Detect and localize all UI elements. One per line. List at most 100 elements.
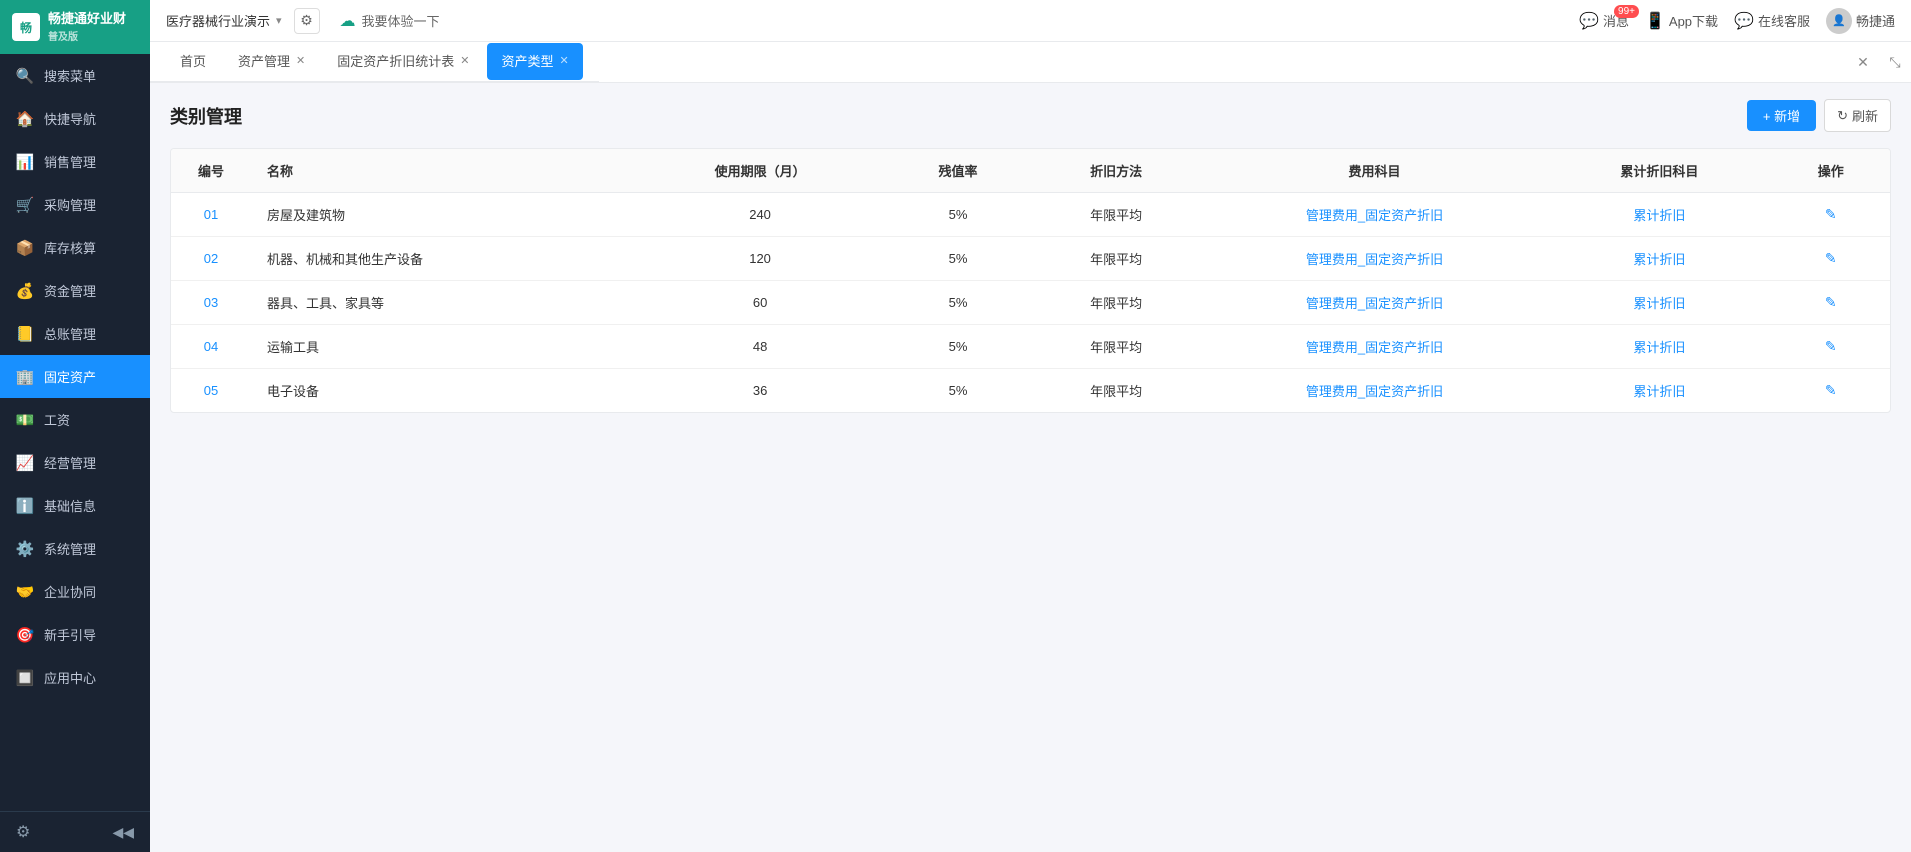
- cell-period: 60: [635, 281, 886, 325]
- system-icon: ⚙️: [16, 540, 34, 558]
- cell-name: 房屋及建筑物: [251, 193, 635, 237]
- sidebar-item-basic-info[interactable]: ℹ️ 基础信息: [0, 484, 150, 527]
- window-controls: ✕ ⤡: [1851, 50, 1911, 74]
- table-body: 01 房屋及建筑物 240 5% 年限平均 管理费用_固定资产折旧 累计折旧 ✎…: [171, 193, 1890, 413]
- edit-icon[interactable]: ✎: [1825, 294, 1837, 310]
- ai-experience-button[interactable]: ☁ 我要体验一下: [340, 11, 440, 31]
- workspace-name: 医疗器械行业演示: [166, 11, 270, 30]
- tab-home[interactable]: 首页: [166, 43, 220, 80]
- tabs-bar-wrapper: 首页 资产管理 ✕ 固定资产折旧统计表 ✕ 资产类型 ✕ ✕ ⤡: [150, 42, 1911, 83]
- settings-icon[interactable]: ⚙: [16, 822, 30, 842]
- sidebar-item-label: 搜索菜单: [44, 66, 96, 85]
- sidebar-item-label: 经营管理: [44, 453, 96, 472]
- header-actions: + 新增 ↻ 刷新: [1747, 99, 1891, 132]
- notification-button[interactable]: 💬 消息 99+: [1579, 11, 1629, 31]
- cell-accum: 累计折旧: [1547, 369, 1771, 413]
- sidebar-item-sales[interactable]: 📊 销售管理: [0, 140, 150, 183]
- window-close-button[interactable]: ✕: [1851, 50, 1875, 74]
- edit-icon[interactable]: ✎: [1825, 382, 1837, 398]
- cell-action[interactable]: ✎: [1772, 369, 1890, 413]
- table-row: 02 机器、机械和其他生产设备 120 5% 年限平均 管理费用_固定资产折旧 …: [171, 237, 1890, 281]
- tab-close-icon[interactable]: ✕: [560, 54, 569, 67]
- tab-asset-type[interactable]: 资产类型 ✕: [487, 43, 582, 80]
- sidebar-item-label: 应用中心: [44, 668, 96, 687]
- data-table: 编号 名称 使用期限（月） 残值率 折旧方法 费用科目 累计折旧科目 操作 01…: [171, 149, 1890, 412]
- sidebar-item-system[interactable]: ⚙️ 系统管理: [0, 527, 150, 570]
- chart-icon: 📊: [16, 153, 34, 171]
- collapse-icon[interactable]: ◀◀: [112, 824, 134, 841]
- cell-code: 05: [171, 369, 251, 413]
- service-icon: 💬: [1734, 11, 1754, 31]
- customer-service-button[interactable]: 💬 在线客服: [1734, 11, 1810, 31]
- app-download-button[interactable]: 📱 App下载: [1645, 11, 1718, 31]
- col-header-period: 使用期限（月）: [635, 149, 886, 193]
- sidebar-item-purchase[interactable]: 🛒 采购管理: [0, 183, 150, 226]
- col-header-residual: 残值率: [886, 149, 1031, 193]
- cell-accum: 累计折旧: [1547, 325, 1771, 369]
- sidebar-item-guide[interactable]: 🎯 新手引导: [0, 613, 150, 656]
- tab-close-icon[interactable]: ✕: [460, 54, 469, 67]
- sidebar-item-fixed-assets[interactable]: 🏢 固定资产: [0, 355, 150, 398]
- refresh-icon: ↻: [1837, 108, 1848, 124]
- edit-icon[interactable]: ✎: [1825, 338, 1837, 354]
- cell-expense: 管理费用_固定资产折旧: [1202, 325, 1547, 369]
- user-menu[interactable]: 👤 畅捷通: [1826, 8, 1895, 34]
- cell-name: 电子设备: [251, 369, 635, 413]
- sidebar-item-label: 总账管理: [44, 324, 96, 343]
- info-icon: ℹ️: [16, 497, 34, 515]
- box-icon: 📦: [16, 239, 34, 257]
- tab-close-icon[interactable]: ✕: [296, 54, 305, 67]
- tab-home-label: 首页: [180, 51, 206, 70]
- sidebar-item-label: 企业协同: [44, 582, 96, 601]
- sidebar-item-inventory[interactable]: 📦 库存核算: [0, 226, 150, 269]
- logo-title: 畅捷通好业财: [48, 11, 126, 28]
- app-download-label: App下载: [1669, 11, 1718, 30]
- sidebar-item-quick-nav[interactable]: 🏠 快捷导航: [0, 97, 150, 140]
- cell-code: 03: [171, 281, 251, 325]
- cell-action[interactable]: ✎: [1772, 325, 1890, 369]
- tab-depreciation-stat[interactable]: 固定资产折旧统计表 ✕: [323, 43, 483, 80]
- topbar-gear-button[interactable]: ⚙: [294, 8, 320, 34]
- refresh-button[interactable]: ↻ 刷新: [1824, 99, 1891, 132]
- cell-accum: 累计折旧: [1547, 281, 1771, 325]
- sidebar-item-payroll[interactable]: 💵 工资: [0, 398, 150, 441]
- sidebar-item-app-center[interactable]: 🔲 应用中心: [0, 656, 150, 699]
- tab-depreciation-label: 固定资产折旧统计表: [337, 51, 454, 70]
- ai-icon: ☁: [340, 11, 356, 31]
- ops-icon: 📈: [16, 454, 34, 472]
- sidebar-item-capital[interactable]: 💰 资金管理: [0, 269, 150, 312]
- cell-name: 运输工具: [251, 325, 635, 369]
- col-header-expense: 费用科目: [1202, 149, 1547, 193]
- edit-icon[interactable]: ✎: [1825, 250, 1837, 266]
- main-area: 医疗器械行业演示 ▾ ⚙ ☁ 我要体验一下 💬 消息 99+ 📱 App下载 💬…: [150, 0, 1911, 852]
- edit-icon[interactable]: ✎: [1825, 206, 1837, 222]
- cell-code: 01: [171, 193, 251, 237]
- category-table: 编号 名称 使用期限（月） 残值率 折旧方法 费用科目 累计折旧科目 操作 01…: [170, 148, 1891, 413]
- gear-icon: ⚙: [300, 12, 313, 29]
- cell-residual: 5%: [886, 237, 1031, 281]
- sidebar-item-search[interactable]: 🔍 搜索菜单: [0, 54, 150, 97]
- tabs-bar: 首页 资产管理 ✕ 固定资产折旧统计表 ✕ 资产类型 ✕: [150, 42, 599, 82]
- sidebar-item-enterprise[interactable]: 🤝 企业协同: [0, 570, 150, 613]
- sidebar-item-ledger[interactable]: 📒 总账管理: [0, 312, 150, 355]
- tab-asset-mgmt[interactable]: 资产管理 ✕: [224, 43, 319, 80]
- tab-asset-mgmt-label: 资产管理: [238, 51, 290, 70]
- table-row: 04 运输工具 48 5% 年限平均 管理费用_固定资产折旧 累计折旧 ✎: [171, 325, 1890, 369]
- cell-residual: 5%: [886, 193, 1031, 237]
- download-icon: 📱: [1645, 11, 1665, 31]
- col-header-accum: 累计折旧科目: [1547, 149, 1771, 193]
- notification-icon: 💬: [1579, 11, 1599, 31]
- cell-action[interactable]: ✎: [1772, 237, 1890, 281]
- sidebar-item-label: 快捷导航: [44, 109, 96, 128]
- new-button[interactable]: + 新增: [1747, 100, 1816, 131]
- sidebar-item-label: 固定资产: [44, 367, 96, 386]
- window-expand-button[interactable]: ⤡: [1883, 50, 1907, 74]
- cell-action[interactable]: ✎: [1772, 281, 1890, 325]
- sidebar-item-operations[interactable]: 📈 经营管理: [0, 441, 150, 484]
- cell-period: 240: [635, 193, 886, 237]
- cell-name: 器具、工具、家具等: [251, 281, 635, 325]
- ai-button-label: 我要体验一下: [362, 11, 440, 30]
- cell-action[interactable]: ✎: [1772, 193, 1890, 237]
- workspace-selector[interactable]: 医疗器械行业演示 ▾: [166, 11, 282, 30]
- cell-method: 年限平均: [1030, 281, 1201, 325]
